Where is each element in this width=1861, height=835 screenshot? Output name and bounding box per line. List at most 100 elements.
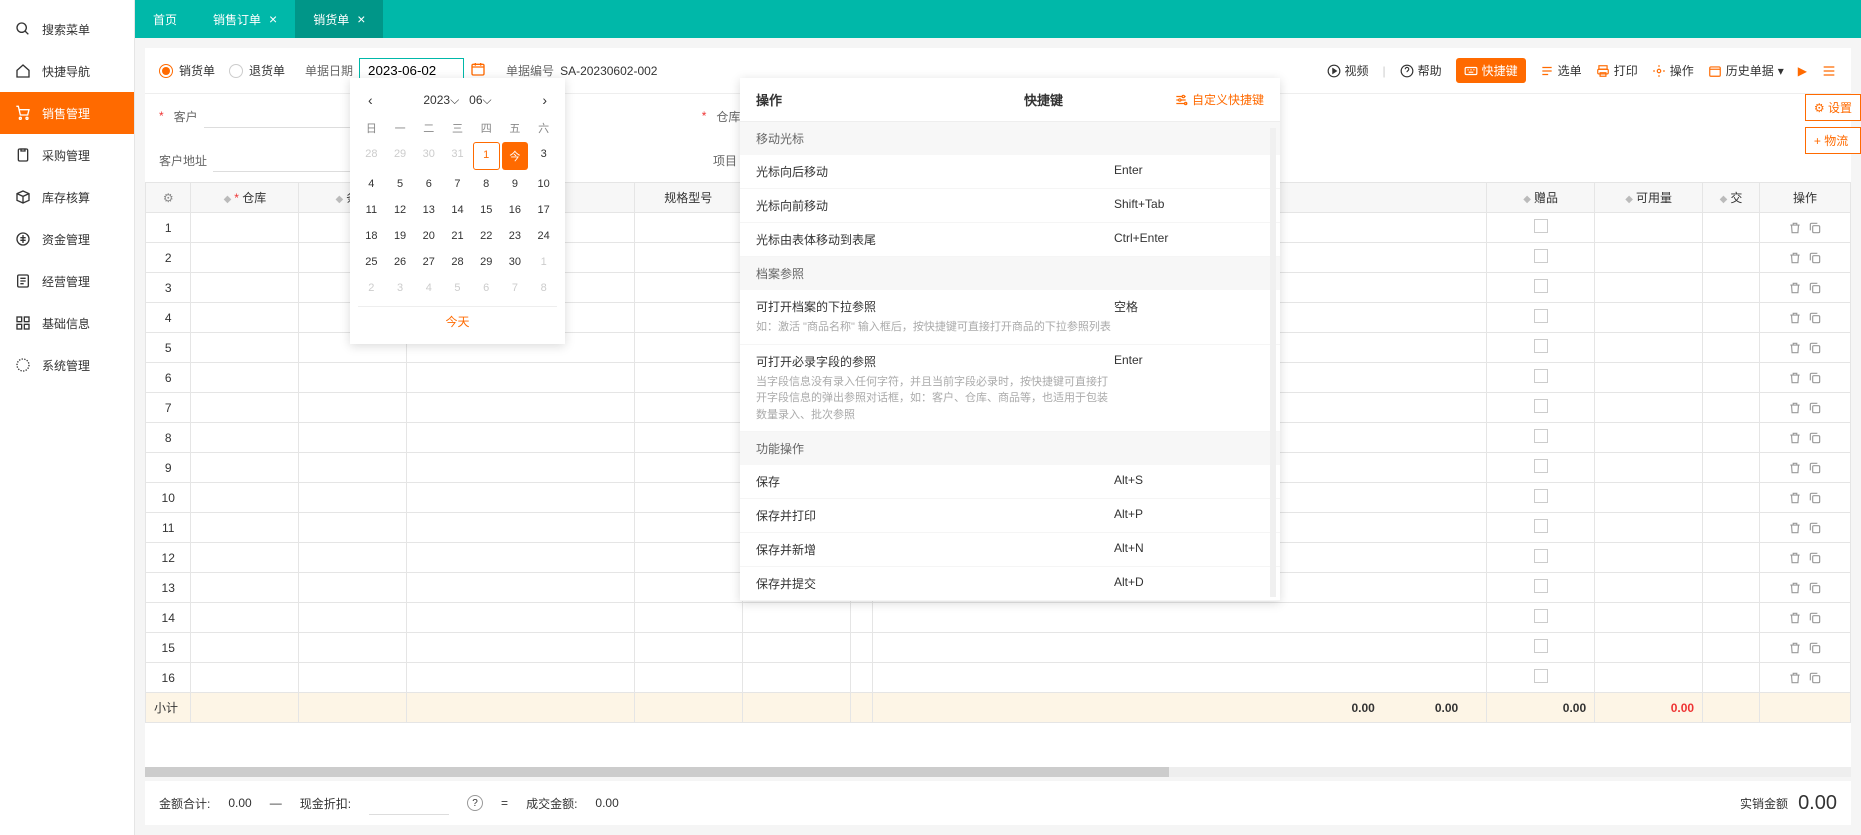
cell-available[interactable] — [1595, 633, 1703, 663]
calendar-day[interactable]: 10 — [530, 172, 557, 196]
cell-barcode[interactable] — [299, 663, 407, 693]
delete-icon[interactable] — [1788, 401, 1802, 415]
cell-spec[interactable] — [634, 363, 742, 393]
calendar-day[interactable]: 16 — [502, 198, 529, 222]
cell-warehouse[interactable] — [191, 573, 299, 603]
sidebar-item-management[interactable]: 经营管理 — [0, 260, 134, 302]
cell-barcode[interactable] — [299, 573, 407, 603]
th-spec[interactable]: 规格型号 — [634, 183, 742, 213]
cell-blank[interactable] — [407, 363, 634, 393]
cell-delivery[interactable] — [1703, 213, 1760, 243]
radio-sales[interactable]: 销货单 — [159, 62, 215, 79]
cell-req[interactable] — [850, 663, 873, 693]
cell-available[interactable] — [1595, 393, 1703, 423]
cell-barcode[interactable] — [299, 633, 407, 663]
cell-blank[interactable] — [407, 483, 634, 513]
cell-gift[interactable] — [1487, 273, 1595, 303]
calendar-day[interactable]: 21 — [444, 224, 471, 248]
calendar-day[interactable]: 5 — [444, 276, 471, 300]
gift-checkbox[interactable] — [1534, 609, 1548, 623]
sidebar-item-purchase[interactable]: 采购管理 — [0, 134, 134, 176]
gift-checkbox[interactable] — [1534, 399, 1548, 413]
cell-available[interactable] — [1595, 243, 1703, 273]
cell-blank[interactable] — [407, 543, 634, 573]
delete-icon[interactable] — [1788, 581, 1802, 595]
gift-checkbox[interactable] — [1534, 369, 1548, 383]
table-row[interactable]: 15 — [146, 633, 1851, 663]
copy-icon[interactable] — [1808, 521, 1822, 535]
calendar-day[interactable]: 7 — [502, 276, 529, 300]
calendar-day[interactable]: 2 — [358, 276, 385, 300]
calendar-today-button[interactable]: 今天 — [358, 306, 557, 336]
copy-icon[interactable] — [1808, 581, 1822, 595]
cell-spec[interactable] — [634, 243, 742, 273]
calendar-day[interactable]: 3 — [387, 276, 414, 300]
calendar-day[interactable]: 27 — [415, 250, 442, 274]
cell-spec[interactable] — [634, 633, 742, 663]
delete-icon[interactable] — [1788, 491, 1802, 505]
next-month-button[interactable]: › — [536, 92, 553, 108]
cell-warehouse[interactable] — [191, 483, 299, 513]
table-row[interactable]: 16 — [146, 663, 1851, 693]
cell-spec[interactable] — [634, 333, 742, 363]
cell-blank[interactable] — [407, 663, 634, 693]
calendar-day[interactable]: 12 — [387, 198, 414, 222]
cell-delivery[interactable] — [1703, 363, 1760, 393]
calendar-day[interactable]: 24 — [530, 224, 557, 248]
cell-gift[interactable] — [1487, 663, 1595, 693]
sidebar-item-finance[interactable]: 资金管理 — [0, 218, 134, 260]
gift-checkbox[interactable] — [1534, 519, 1548, 533]
delete-icon[interactable] — [1788, 281, 1802, 295]
calendar-day[interactable]: 14 — [444, 198, 471, 222]
cell-taxrate[interactable] — [742, 663, 850, 693]
cell-blank[interactable] — [407, 633, 634, 663]
copy-icon[interactable] — [1808, 401, 1822, 415]
cell-spec[interactable] — [634, 303, 742, 333]
calendar-day[interactable]: 25 — [358, 250, 385, 274]
calendar-day[interactable]: 7 — [444, 172, 471, 196]
gift-checkbox[interactable] — [1534, 459, 1548, 473]
delete-icon[interactable] — [1788, 341, 1802, 355]
cell-gift[interactable] — [1487, 483, 1595, 513]
cell-available[interactable] — [1595, 513, 1703, 543]
cell-req[interactable] — [850, 603, 873, 633]
cell-delivery[interactable] — [1703, 483, 1760, 513]
gift-checkbox[interactable] — [1534, 279, 1548, 293]
shortcuts-button[interactable]: 快捷键 — [1456, 58, 1526, 83]
help-button[interactable]: 帮助 — [1400, 62, 1442, 79]
copy-icon[interactable] — [1808, 431, 1822, 445]
cell-gift[interactable] — [1487, 603, 1595, 633]
cell-gift[interactable] — [1487, 453, 1595, 483]
cell-delivery[interactable] — [1703, 393, 1760, 423]
calendar-day[interactable]: 20 — [415, 224, 442, 248]
calendar-year[interactable]: 2023⌵ — [423, 93, 459, 108]
customize-shortcuts-button[interactable]: 自定义快捷键 — [1174, 90, 1264, 109]
cell-spec[interactable] — [634, 603, 742, 633]
delete-icon[interactable] — [1788, 461, 1802, 475]
ops-button[interactable]: 操作 — [1652, 62, 1694, 79]
sidebar-item-system[interactable]: 系统管理 — [0, 344, 134, 386]
delete-icon[interactable] — [1788, 521, 1802, 535]
copy-icon[interactable] — [1808, 461, 1822, 475]
logistics-button[interactable]: + 物流 — [1805, 127, 1861, 154]
cell-available[interactable] — [1595, 453, 1703, 483]
delete-icon[interactable] — [1788, 671, 1802, 685]
calendar-day[interactable]: 13 — [415, 198, 442, 222]
th-available[interactable]: ◆可用量 — [1595, 183, 1703, 213]
cell-spec[interactable] — [634, 273, 742, 303]
delete-icon[interactable] — [1788, 221, 1802, 235]
calendar-day[interactable]: 19 — [387, 224, 414, 248]
calendar-day[interactable]: 29 — [473, 250, 500, 274]
cell-warehouse[interactable] — [191, 393, 299, 423]
cell-blank[interactable] — [407, 393, 634, 423]
table-row[interactable]: 14 — [146, 603, 1851, 633]
cell-gift[interactable] — [1487, 573, 1595, 603]
cell-delivery[interactable] — [1703, 333, 1760, 363]
cell-available[interactable] — [1595, 273, 1703, 303]
cell-delivery[interactable] — [1703, 423, 1760, 453]
cell-blank2[interactable] — [873, 633, 1487, 663]
calendar-day[interactable]: 3 — [530, 142, 557, 170]
cell-barcode[interactable] — [299, 483, 407, 513]
cell-warehouse[interactable] — [191, 543, 299, 573]
cell-blank[interactable] — [407, 453, 634, 483]
